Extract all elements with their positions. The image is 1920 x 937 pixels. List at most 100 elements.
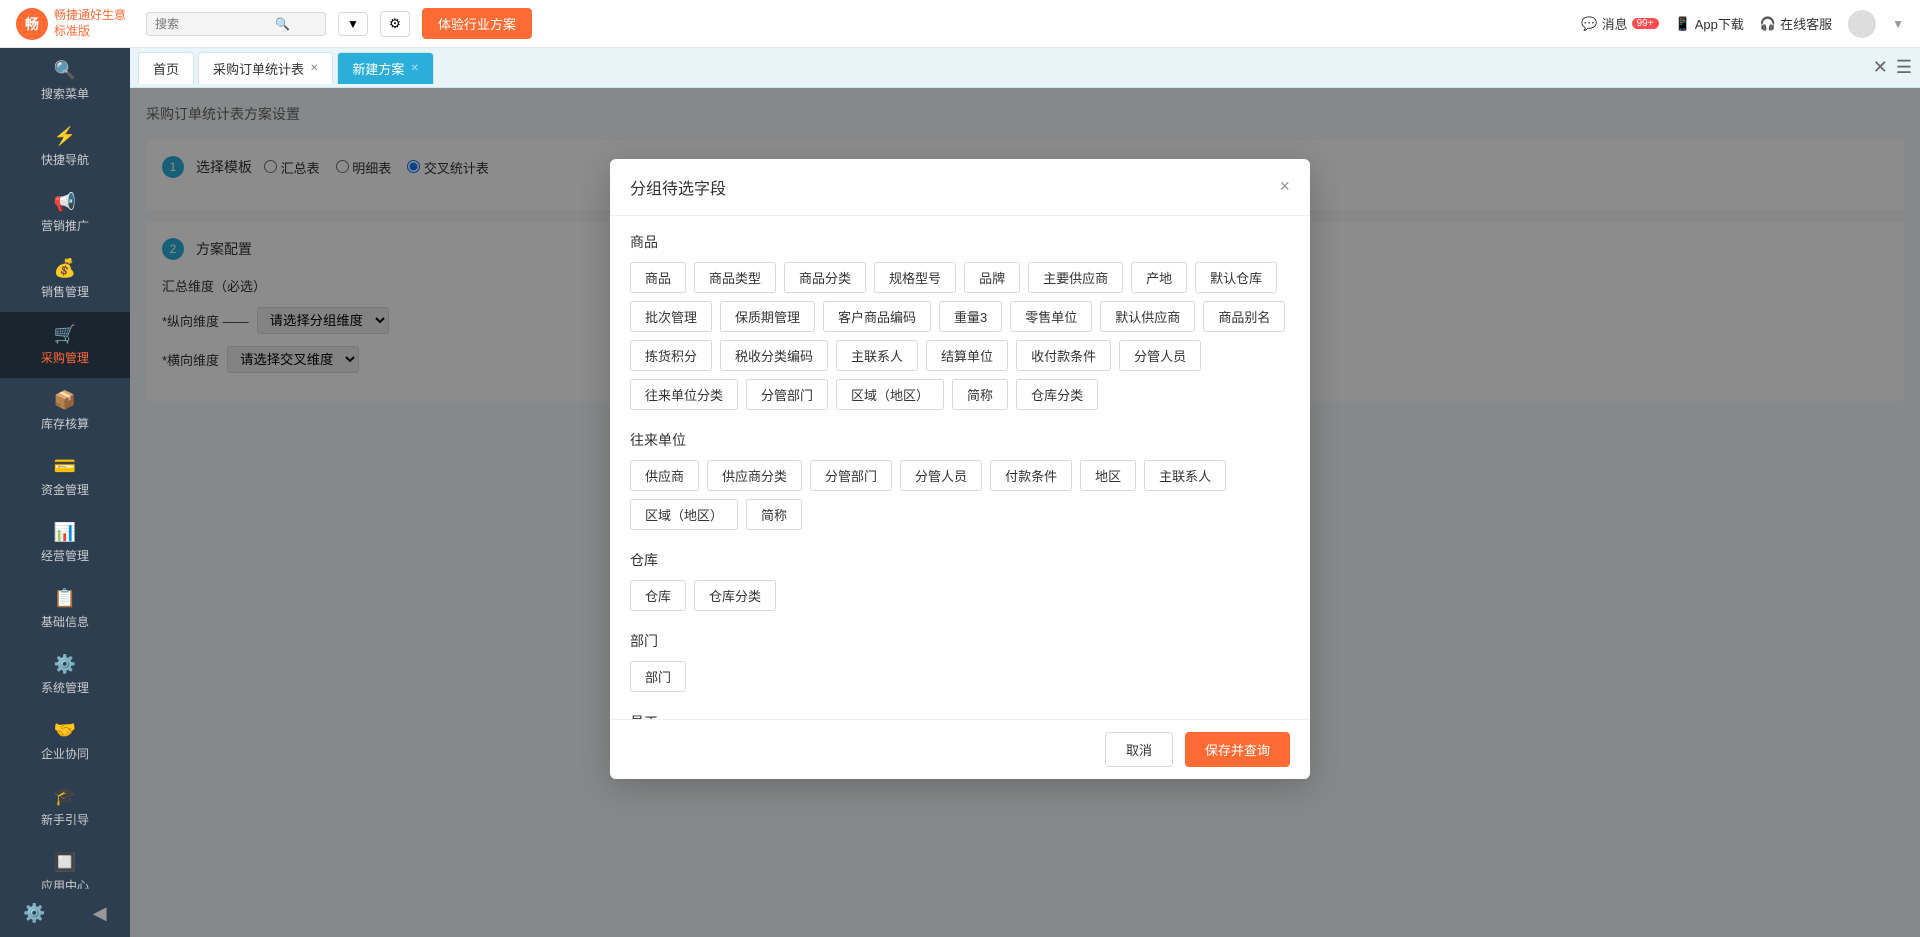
- basic-icon: 📋: [54, 588, 76, 609]
- field-chip-origin[interactable]: 产地: [1131, 262, 1187, 293]
- tab-home[interactable]: 首页: [138, 52, 194, 84]
- field-chip-customer-code[interactable]: 客户商品编码: [823, 301, 931, 332]
- warehouse-section-title: 仓库: [630, 550, 1290, 570]
- settings-gear-button[interactable]: ⚙: [380, 11, 410, 37]
- sidebar-item-quick[interactable]: ⚡ 快捷导航: [0, 114, 130, 180]
- sidebar-item-inventory[interactable]: 📦 库存核算: [0, 378, 130, 444]
- field-chip-default-warehouse[interactable]: 默认仓库: [1195, 262, 1277, 293]
- field-chip-pick-points[interactable]: 拣货积分: [630, 340, 712, 371]
- field-chip-area[interactable]: 地区: [1080, 460, 1136, 491]
- user-avatar[interactable]: [1848, 10, 1876, 38]
- tab-close-new-plan[interactable]: ✕: [410, 63, 418, 74]
- field-chip-partner-category[interactable]: 往来单位分类: [630, 379, 738, 410]
- field-chip-warehouse[interactable]: 仓库: [630, 580, 686, 611]
- field-chip-dept-mgmt[interactable]: 分管部门: [746, 379, 828, 410]
- bottom-settings-button[interactable]: ⚙️: [23, 903, 45, 924]
- modal-title: 分组待选字段: [630, 175, 726, 199]
- field-chip-brand[interactable]: 品牌: [964, 262, 1020, 293]
- field-chip-default-supplier[interactable]: 默认供应商: [1100, 301, 1195, 332]
- field-chip-person-mgmt[interactable]: 分管人员: [900, 460, 982, 491]
- field-chip-main-contact2[interactable]: 主联系人: [1144, 460, 1226, 491]
- field-chip-product[interactable]: 商品: [630, 262, 686, 293]
- warehouse-fields-grid: 仓库 仓库分类: [630, 580, 1290, 611]
- search-icon: 🔍: [54, 60, 76, 81]
- field-chip-short-name2[interactable]: 简称: [746, 499, 802, 530]
- field-chip-weight3[interactable]: 重量3: [939, 301, 1002, 332]
- cooperation-icon: 🤝: [54, 720, 76, 741]
- field-chip-retail-unit[interactable]: 零售单位: [1010, 301, 1092, 332]
- marketing-icon: 📢: [54, 192, 76, 213]
- tab-bar-menu[interactable]: ☰: [1896, 57, 1912, 78]
- trial-plan-button[interactable]: 体验行业方案: [422, 8, 532, 39]
- field-chip-supplier[interactable]: 供应商: [630, 460, 699, 491]
- field-chip-main-contact[interactable]: 主联系人: [836, 340, 918, 371]
- sidebar-item-cooperation[interactable]: 🤝 企业协同: [0, 708, 130, 774]
- field-chip-alias[interactable]: 商品别名: [1203, 301, 1285, 332]
- user-menu-button[interactable]: ▼: [1892, 17, 1904, 31]
- field-chip-spec[interactable]: 规格型号: [874, 262, 956, 293]
- product-fields-grid: 商品 商品类型 商品分类 规格型号 品牌 主要供应商 产地 默认仓库 批次管理 …: [630, 262, 1290, 410]
- department-section: 部门 部门: [630, 631, 1290, 692]
- employee-section: 员工 业务员: [630, 712, 1290, 719]
- field-chip-manager[interactable]: 分管人员: [1119, 340, 1201, 371]
- sidebar-item-purchase[interactable]: 🛒 采购管理: [0, 312, 130, 378]
- tab-close-purchase[interactable]: ✕: [310, 63, 318, 74]
- field-chip-main-supplier[interactable]: 主要供应商: [1028, 262, 1123, 293]
- field-chip-short-name[interactable]: 简称: [952, 379, 1008, 410]
- field-chip-region[interactable]: 区域（地区）: [836, 379, 944, 410]
- save-query-button[interactable]: 保存并查询: [1185, 732, 1290, 767]
- app-download-nav-item[interactable]: 📱 App下载: [1675, 14, 1744, 33]
- partner-fields-grid: 供应商 供应商分类 分管部门 分管人员 付款条件 地区 主联系人 区域（地区） …: [630, 460, 1290, 530]
- field-chip-batch-mgmt[interactable]: 批次管理: [630, 301, 712, 332]
- search-box[interactable]: 🔍: [146, 12, 326, 36]
- employee-section-title: 员工: [630, 712, 1290, 719]
- field-chip-pay-terms[interactable]: 付款条件: [990, 460, 1072, 491]
- top-center: 🔍 ▼ ⚙ 体验行业方案: [146, 8, 1581, 39]
- sales-icon: 💰: [54, 258, 76, 279]
- sidebar-item-finance[interactable]: 💳 资金管理: [0, 444, 130, 510]
- tab-new-plan[interactable]: 新建方案 ✕: [337, 52, 433, 84]
- field-chip-expiry-mgmt[interactable]: 保质期管理: [720, 301, 815, 332]
- sidebar-item-system[interactable]: ⚙️ 系统管理: [0, 642, 130, 708]
- field-chip-warehouse-category[interactable]: 仓库分类: [694, 580, 776, 611]
- tab-purchase-stats[interactable]: 采购订单统计表 ✕: [198, 52, 333, 84]
- partner-section-title: 往来单位: [630, 430, 1290, 450]
- field-chip-tax-code[interactable]: 税收分类编码: [720, 340, 828, 371]
- sidebar-item-sales[interactable]: 💰 销售管理: [0, 246, 130, 312]
- tab-bar-close-all[interactable]: ✕: [1873, 57, 1888, 78]
- sidebar-item-basic[interactable]: 📋 基础信息: [0, 576, 130, 642]
- field-chip-settle-unit[interactable]: 结算单位: [926, 340, 1008, 371]
- field-chip-warehouse-cat[interactable]: 仓库分类: [1016, 379, 1098, 410]
- field-chip-payment-terms[interactable]: 收付款条件: [1016, 340, 1111, 371]
- online-service-nav-item[interactable]: 🎧 在线客服: [1760, 14, 1832, 33]
- bottom-collapse-button[interactable]: ◀: [93, 903, 107, 924]
- product-section-title: 商品: [630, 232, 1290, 252]
- modal-close-button[interactable]: ×: [1279, 176, 1290, 197]
- modal-header: 分组待选字段 ×: [610, 159, 1310, 216]
- service-icon: 🎧: [1760, 16, 1776, 32]
- message-icon: 💬: [1581, 16, 1597, 32]
- dropdown-arrow-button[interactable]: ▼: [338, 12, 368, 36]
- logo-area: 畅 畅捷通好生意 标准版: [16, 8, 146, 40]
- field-chip-product-type[interactable]: 商品类型: [694, 262, 776, 293]
- finance-icon: 💳: [54, 456, 76, 477]
- logo-icon: 畅: [16, 8, 48, 40]
- field-chip-region2[interactable]: 区域（地区）: [630, 499, 738, 530]
- top-right: 💬 消息 99+ 📱 App下载 🎧 在线客服 ▼: [1581, 10, 1904, 38]
- sidebar-item-operation[interactable]: 📊 经营管理: [0, 510, 130, 576]
- cancel-button[interactable]: 取消: [1105, 732, 1173, 767]
- field-chip-supplier-cat[interactable]: 供应商分类: [707, 460, 802, 491]
- sidebar-item-newbie[interactable]: 🎓 新手引导: [0, 774, 130, 840]
- field-chip-dept-mgmt2[interactable]: 分管部门: [810, 460, 892, 491]
- field-chip-product-category[interactable]: 商品分类: [784, 262, 866, 293]
- purchase-icon: 🛒: [54, 324, 76, 345]
- inventory-icon: 📦: [54, 390, 76, 411]
- search-input[interactable]: [155, 17, 275, 31]
- field-chip-department[interactable]: 部门: [630, 661, 686, 692]
- modal-body: 商品 商品 商品类型 商品分类 规格型号 品牌 主要供应商 产地 默认仓库 批次…: [610, 216, 1310, 719]
- department-fields-grid: 部门: [630, 661, 1290, 692]
- message-nav-item[interactable]: 💬 消息 99+: [1581, 14, 1658, 33]
- sidebar-item-search[interactable]: 🔍 搜索菜单: [0, 48, 130, 114]
- sidebar-item-marketing[interactable]: 📢 营销推广: [0, 180, 130, 246]
- message-badge: 99+: [1632, 18, 1659, 29]
